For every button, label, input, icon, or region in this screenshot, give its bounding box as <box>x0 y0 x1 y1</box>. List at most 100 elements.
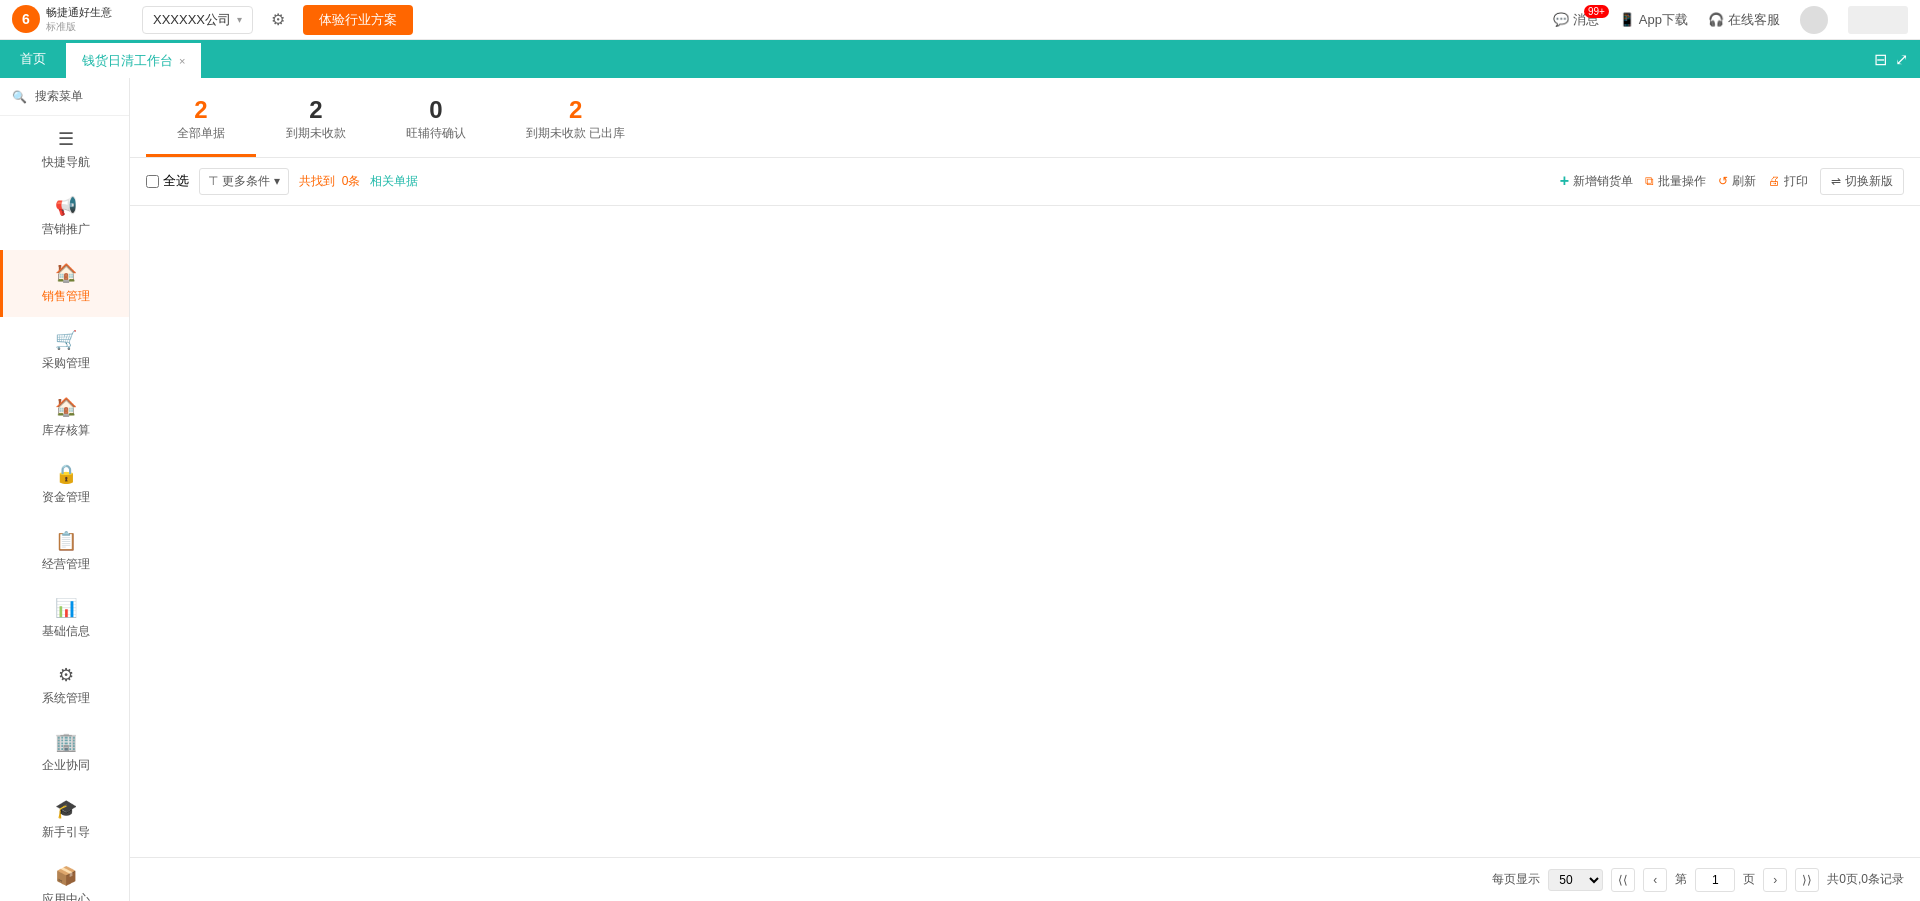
toolbar: 全选 ⊤ 更多条件 ▾ 共找到 0条 相关单据 + 新增销货单 <box>130 158 1920 206</box>
sidebar-item-finance[interactable]: 🔒 资金管理 <box>0 451 129 518</box>
tab-work-bench[interactable]: 钱货日清工作台 × <box>66 40 201 78</box>
sidebar-search[interactable]: 🔍 搜索菜单 <box>0 78 129 116</box>
nav-tabs: 首页 钱货日清工作台 × ⊟ ⤢ <box>0 40 1920 78</box>
appcenter-icon: 📦 <box>55 865 77 887</box>
print-icon: 🖨 <box>1768 174 1780 188</box>
add-order-button[interactable]: + 新增销货单 <box>1560 172 1633 190</box>
found-prefix: 共找到 <box>299 174 335 188</box>
select-all-checkbox-area[interactable]: 全选 <box>146 172 189 190</box>
next-page-button[interactable]: › <box>1763 868 1787 892</box>
phone-icon: 📱 <box>1619 12 1635 27</box>
switch-version-button[interactable]: ⇌ 切换新版 <box>1820 168 1904 195</box>
sidebar-item-guide[interactable]: 🎓 新手引导 <box>0 786 129 853</box>
service-icon: 🎧 <box>1708 12 1724 27</box>
trial-button[interactable]: 体验行业方案 <box>303 5 413 35</box>
sidebar-item-appcenter[interactable]: 📦 应用中心 <box>0 853 129 901</box>
last-page-button[interactable]: ⟩⟩ <box>1795 868 1819 892</box>
print-button[interactable]: 🖨 打印 <box>1768 173 1808 190</box>
per-page-select[interactable]: 50 20 100 <box>1548 869 1603 891</box>
sidebar-item-sales[interactable]: 🏠 销售管理 <box>0 250 129 317</box>
sidebar-item-operations[interactable]: 📋 经营管理 <box>0 518 129 585</box>
finance-label: 资金管理 <box>42 489 90 506</box>
guide-icon: 🎓 <box>55 798 77 820</box>
sidebar-item-enterprise[interactable]: 🏢 企业协同 <box>0 719 129 786</box>
summary-tabs: 2 全部单据 2 到期未收款 0 旺辅待确认 2 到期未收款 已出库 <box>130 78 1920 158</box>
close-icon[interactable]: × <box>179 55 185 67</box>
app-download-button[interactable]: 📱 App下载 <box>1619 11 1688 29</box>
finance-icon: 🔒 <box>55 463 77 485</box>
pagination: 每页显示 50 20 100 ⟨⟨ ‹ 第 页 › ⟩⟩ 共0页,0条记录 <box>130 857 1920 901</box>
main-layout: 🔍 搜索菜单 ☰ 快捷导航 📢 营销推广 🏠 销售管理 🛒 采购管理 🏠 库存核… <box>0 78 1920 901</box>
switch-label: 切换新版 <box>1845 173 1893 190</box>
message-icon: 💬 <box>1553 12 1569 27</box>
company-selector[interactable]: XXXXXX公司 ▾ <box>142 6 253 34</box>
system-label: 系统管理 <box>42 690 90 707</box>
operations-icon: 📋 <box>55 530 77 552</box>
sidebar-item-basics[interactable]: 📊 基础信息 <box>0 585 129 652</box>
add-order-label: 新增销货单 <box>1573 173 1633 190</box>
filter-button[interactable]: ⊤ 更多条件 ▾ <box>199 168 289 195</box>
page-total: 共0页,0条记录 <box>1827 871 1904 888</box>
summary-label-overdue: 到期未收款 <box>286 125 346 142</box>
basics-label: 基础信息 <box>42 623 90 640</box>
summary-count-overdue: 2 <box>309 96 322 125</box>
sidebar-item-purchase[interactable]: 🛒 采购管理 <box>0 317 129 384</box>
table-area <box>130 206 1920 857</box>
first-page-button[interactable]: ⟨⟨ <box>1611 868 1635 892</box>
found-text: 共找到 0条 <box>299 173 360 190</box>
company-name: XXXXXX公司 <box>153 11 231 29</box>
tab-work-bench-label: 钱货日清工作台 <box>82 52 173 70</box>
tab-home[interactable]: 首页 <box>0 40 66 78</box>
user-name-area <box>1848 6 1908 34</box>
settings-button[interactable]: ⚙ <box>263 5 293 35</box>
toolbar-right: + 新增销货单 ⧉ 批量操作 ↺ 刷新 🖨 打印 ⇌ 切换新版 <box>1560 168 1904 195</box>
inventory-label: 库存核算 <box>42 422 90 439</box>
operations-label: 经营管理 <box>42 556 90 573</box>
content-area: 2 全部单据 2 到期未收款 0 旺辅待确认 2 到期未收款 已出库 全选 <box>130 78 1920 901</box>
sidebar-item-system[interactable]: ⚙ 系统管理 <box>0 652 129 719</box>
page-input[interactable] <box>1695 868 1735 892</box>
related-link[interactable]: 相关单据 <box>370 173 418 190</box>
search-label: 搜索菜单 <box>35 88 83 105</box>
sidebar-item-marketing[interactable]: 📢 营销推广 <box>0 183 129 250</box>
marketing-label: 营销推广 <box>42 221 90 238</box>
messages-button[interactable]: 💬 消息 99+ <box>1553 11 1599 29</box>
quick-nav-icon: ☰ <box>58 128 74 150</box>
summary-tab-shipped[interactable]: 2 到期未收款 已出库 <box>496 88 655 157</box>
batch-operation-button[interactable]: ⧉ 批量操作 <box>1645 173 1706 190</box>
select-all-label: 全选 <box>163 172 189 190</box>
filter-label: 更多条件 <box>222 173 270 190</box>
switch-icon: ⇌ <box>1831 174 1841 188</box>
sales-icon: 🏠 <box>55 262 77 284</box>
minimize-icon[interactable]: ⊟ <box>1874 50 1887 69</box>
summary-label-pending: 旺辅待确认 <box>406 125 466 142</box>
quick-nav-label: 快捷导航 <box>42 154 90 171</box>
refresh-button[interactable]: ↺ 刷新 <box>1718 173 1756 190</box>
enterprise-label: 企业协同 <box>42 757 90 774</box>
tab-home-label: 首页 <box>20 50 46 68</box>
refresh-label: 刷新 <box>1732 173 1756 190</box>
toolbar-left: 全选 ⊤ 更多条件 ▾ 共找到 0条 相关单据 <box>146 168 1550 195</box>
top-right-area: 💬 消息 99+ 📱 App下载 🎧 在线客服 <box>1553 6 1908 34</box>
basics-icon: 📊 <box>55 597 77 619</box>
gear-icon: ⚙ <box>271 10 285 29</box>
filter-icon: ⊤ <box>208 174 218 188</box>
prev-page-button[interactable]: ‹ <box>1643 868 1667 892</box>
avatar[interactable] <box>1800 6 1828 34</box>
expand-icon[interactable]: ⤢ <box>1895 50 1908 69</box>
summary-tab-overdue[interactable]: 2 到期未收款 <box>256 88 376 157</box>
summary-tab-all[interactable]: 2 全部单据 <box>146 88 256 157</box>
per-page-label: 每页显示 <box>1492 871 1540 888</box>
summary-label-all: 全部单据 <box>177 125 225 142</box>
sidebar-item-quick-nav[interactable]: ☰ 快捷导航 <box>0 116 129 183</box>
online-service-label: 在线客服 <box>1728 11 1780 29</box>
select-all-checkbox[interactable] <box>146 175 159 188</box>
summary-tab-pending[interactable]: 0 旺辅待确认 <box>376 88 496 157</box>
sidebar-item-inventory[interactable]: 🏠 库存核算 <box>0 384 129 451</box>
inventory-icon: 🏠 <box>55 396 77 418</box>
purchase-label: 采购管理 <box>42 355 90 372</box>
summary-count-all: 2 <box>194 96 207 125</box>
batch-icon: ⧉ <box>1645 174 1654 188</box>
marketing-icon: 📢 <box>55 195 77 217</box>
online-service-button[interactable]: 🎧 在线客服 <box>1708 11 1780 29</box>
